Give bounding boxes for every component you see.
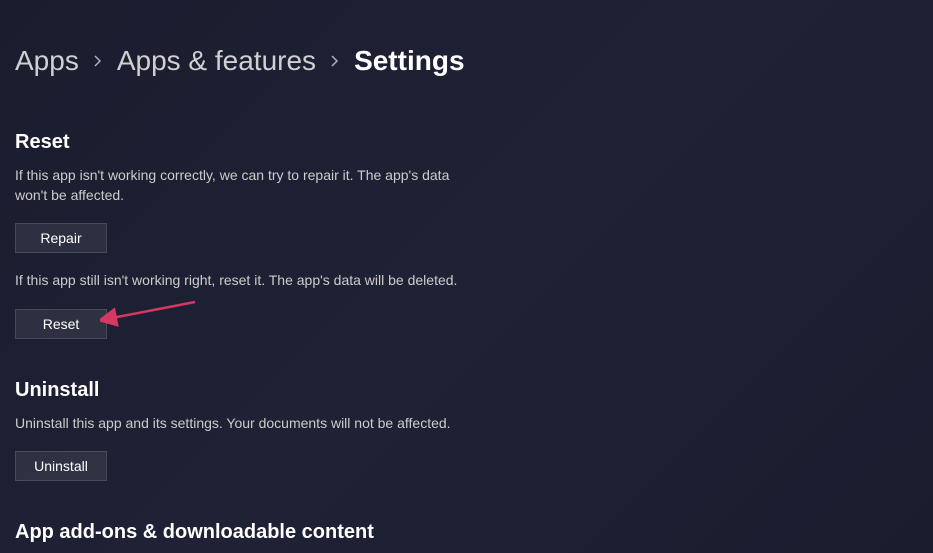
reset-section: Reset If this app isn't working correctl…	[15, 131, 475, 339]
uninstall-description: Uninstall this app and its settings. You…	[15, 414, 475, 434]
chevron-right-icon	[93, 54, 103, 68]
repair-description: If this app isn't working correctly, we …	[15, 166, 475, 205]
chevron-right-icon	[330, 54, 340, 68]
addons-title: App add-ons & downloadable content	[15, 521, 475, 544]
uninstall-section: Uninstall Uninstall this app and its set…	[15, 379, 475, 482]
repair-button[interactable]: Repair	[15, 223, 107, 253]
breadcrumb-settings-current: Settings	[354, 45, 464, 77]
uninstall-title: Uninstall	[15, 379, 475, 402]
reset-description: If this app still isn't working right, r…	[15, 271, 475, 291]
addons-section: App add-ons & downloadable content	[15, 521, 475, 544]
breadcrumb-apps-features[interactable]: Apps & features	[117, 45, 316, 77]
breadcrumb: Apps Apps & features Settings	[15, 45, 933, 77]
reset-title: Reset	[15, 131, 475, 154]
breadcrumb-apps[interactable]: Apps	[15, 45, 79, 77]
reset-button[interactable]: Reset	[15, 309, 107, 339]
uninstall-button[interactable]: Uninstall	[15, 451, 107, 481]
